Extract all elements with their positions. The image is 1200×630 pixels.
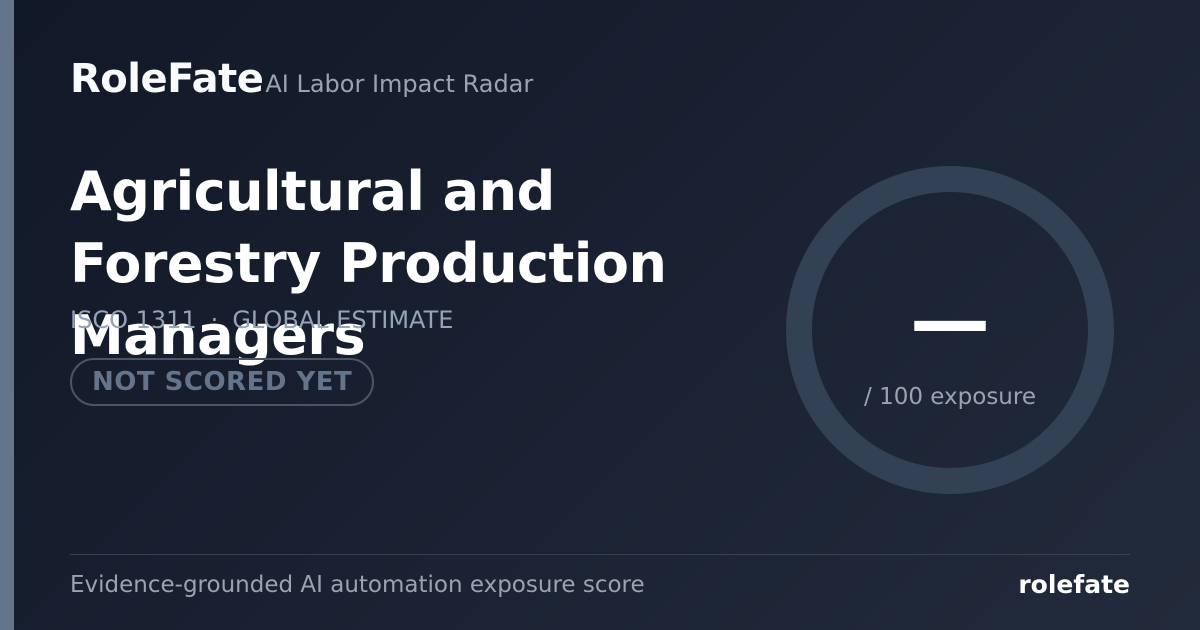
exposure-gauge: — / 100 exposure xyxy=(786,166,1114,494)
accent-bar xyxy=(0,0,14,630)
occupation-meta: ISCO 1311 · GLOBAL ESTIMATE xyxy=(70,306,453,334)
status-badge: NOT SCORED YET xyxy=(70,358,375,406)
share-card: RoleFate AI Labor Impact Radar Agricultu… xyxy=(0,0,1200,630)
brand-header: RoleFate AI Labor Impact Radar xyxy=(70,56,533,102)
footer-description: Evidence-grounded AI automation exposure… xyxy=(70,572,645,598)
footer-divider xyxy=(70,554,1130,555)
gauge-score-unit: / 100 exposure xyxy=(864,384,1036,410)
meta-separator: · xyxy=(210,306,219,334)
brand-name: RoleFate xyxy=(70,56,264,102)
footer-brand: rolefate xyxy=(1018,570,1130,599)
brand-tagline: AI Labor Impact Radar xyxy=(265,70,534,98)
isco-code: ISCO 1311 xyxy=(70,306,197,334)
gauge-score-value: — xyxy=(910,274,990,367)
estimate-scope: GLOBAL ESTIMATE xyxy=(232,306,454,334)
occupation-title: Agricultural and Forestry Production Man… xyxy=(70,160,667,367)
